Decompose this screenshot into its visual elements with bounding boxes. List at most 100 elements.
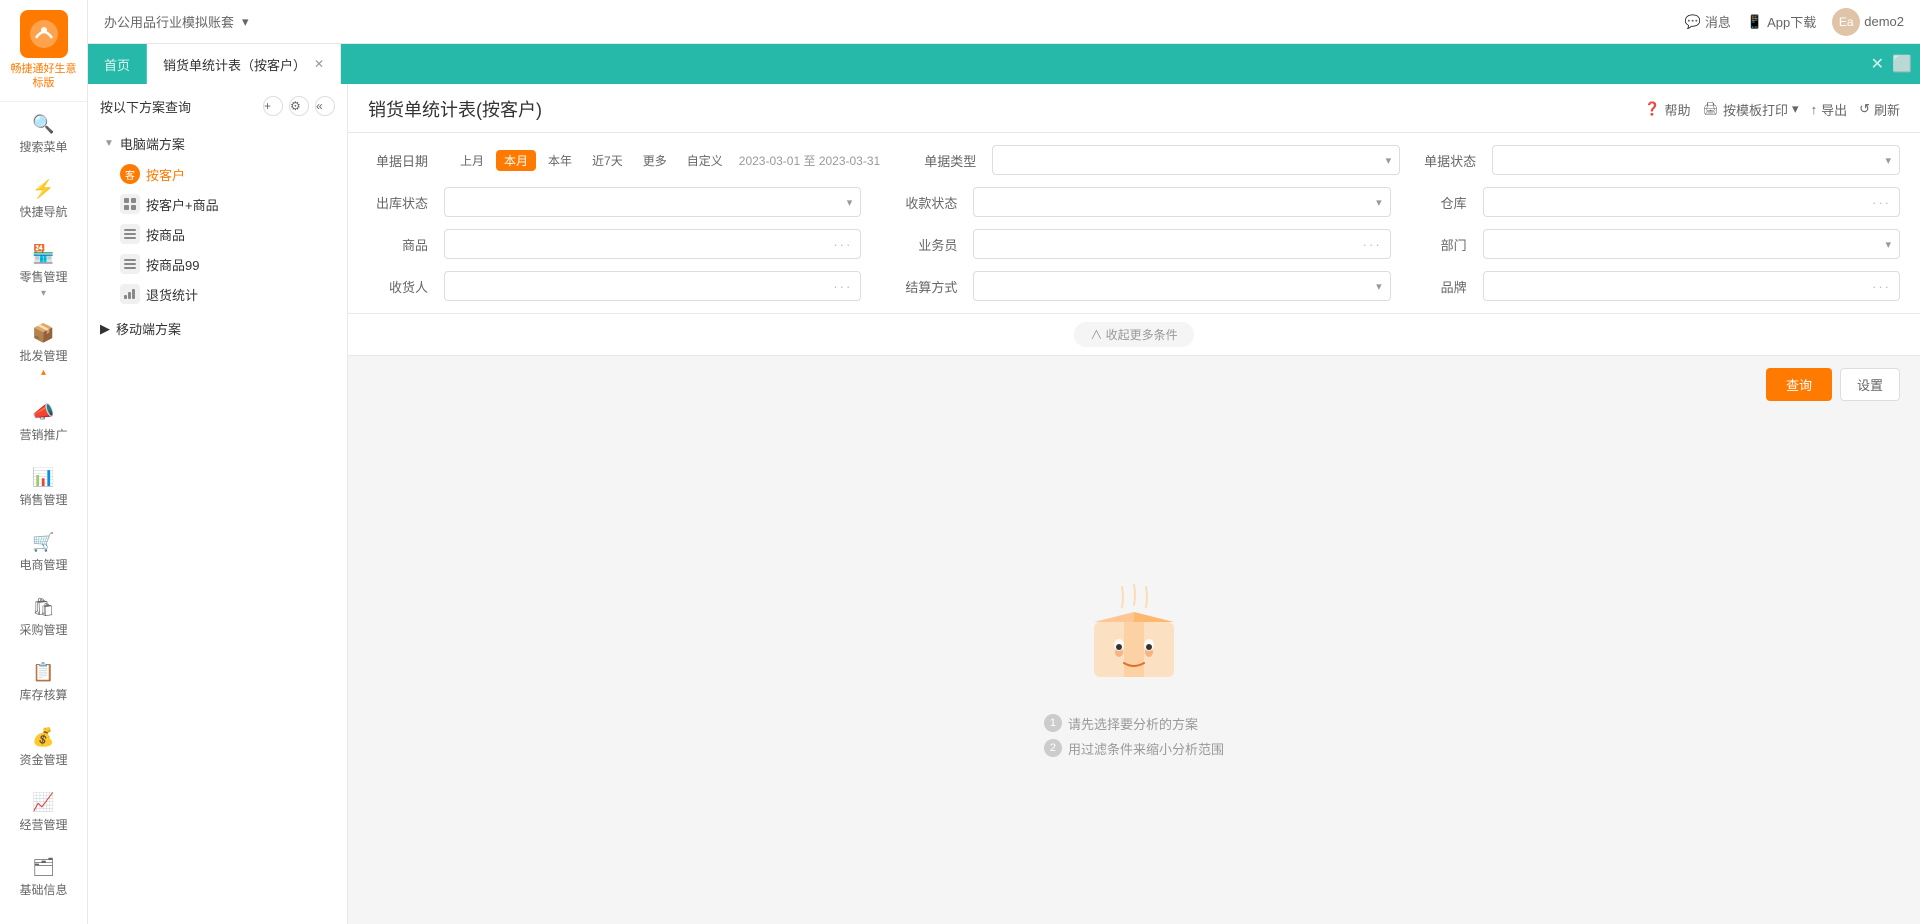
warehouse-select[interactable]: ··· bbox=[1483, 187, 1900, 217]
export-btn[interactable]: ↑ 导出 bbox=[1811, 100, 1848, 119]
template-print-btn[interactable]: 🖨 按模板打印 ▾ bbox=[1703, 100, 1799, 119]
date-tabs: 上月 本月 本年 近7天 更多 自定义 bbox=[452, 150, 731, 171]
goods-select[interactable]: ··· bbox=[444, 229, 861, 259]
user-info[interactable]: Ea demo2 bbox=[1832, 8, 1904, 36]
dept-arrow: ▾ bbox=[1885, 238, 1891, 251]
message-btn[interactable]: 💬 消息 bbox=[1685, 12, 1731, 31]
tab-custom[interactable]: 自定义 bbox=[679, 150, 731, 171]
goods99-icon bbox=[120, 254, 140, 274]
receiver-select[interactable]: ··· bbox=[444, 271, 861, 301]
tab-maximize-area: ✕ ⬜ bbox=[1871, 54, 1912, 74]
department-select[interactable]: ▾ bbox=[1483, 229, 1900, 259]
date-range-text: 2023-03-01 至 2023-03-31 bbox=[739, 152, 880, 169]
query-btn[interactable]: 查询 bbox=[1766, 368, 1832, 401]
left-panel-header: 按以下方案查询 + ⚙ « bbox=[88, 96, 347, 124]
tab-last-7[interactable]: 近7天 bbox=[584, 150, 631, 171]
tab-home[interactable]: 首页 bbox=[88, 44, 147, 84]
brand-label: 品牌 bbox=[1407, 277, 1467, 296]
settlement-label: 结算方式 bbox=[877, 277, 957, 296]
out-status-select[interactable]: ▾ bbox=[444, 187, 861, 217]
mobile-section-header[interactable]: ▶ 移动端方案 bbox=[88, 313, 347, 344]
doc-type-select[interactable]: ▾ bbox=[992, 145, 1400, 175]
sidebar-search[interactable]: 🔍 搜索菜单 bbox=[0, 102, 87, 167]
sidebar-ecommerce[interactable]: 🛒 电商管理 bbox=[0, 520, 87, 585]
scheme-by-customer[interactable]: 客 按客户 bbox=[88, 159, 347, 189]
sidebar-wholesale[interactable]: 📦 批发管理 ▴ bbox=[0, 311, 87, 390]
tab-bar: 首页 销货单统计表（按客户） ✕ ✕ ⬜ bbox=[88, 44, 1920, 84]
customer-goods-icon bbox=[120, 194, 140, 214]
sidebar: 畅捷通好生意 标版 🔍 搜索菜单 ⚡ 快捷导航 🏪 零售管理 ▾ 📦 批发管理 … bbox=[0, 0, 88, 924]
print-dropdown-icon: ▾ bbox=[1792, 101, 1799, 117]
sidebar-system[interactable]: ⚙ 系统管理 bbox=[0, 910, 87, 924]
marketing-icon: 📣 bbox=[32, 402, 54, 423]
tab-close-btn[interactable]: ✕ bbox=[314, 57, 324, 71]
settlement-select[interactable]: ▾ bbox=[973, 271, 1390, 301]
help-btn[interactable]: ❓ 帮助 bbox=[1644, 100, 1690, 119]
filter-area: 单据日期 上月 本月 本年 近7天 更多 自定义 2023-03-01 至 20… bbox=[348, 133, 1920, 314]
customer-scheme-icon: 客 bbox=[120, 164, 140, 184]
brand-select[interactable]: ··· bbox=[1483, 271, 1900, 301]
scheme-by-goods-99[interactable]: 按商品99 bbox=[88, 249, 347, 279]
retail-icon: 🏪 bbox=[32, 244, 54, 265]
scheme-by-goods[interactable]: 按商品 bbox=[88, 219, 347, 249]
out-status-label: 出库状态 bbox=[368, 193, 428, 212]
warehouse-label: 仓库 bbox=[1407, 193, 1467, 212]
logo-area: 畅捷通好生意 标版 bbox=[0, 0, 87, 102]
sidebar-retail[interactable]: 🏪 零售管理 ▾ bbox=[0, 232, 87, 311]
desktop-section-header[interactable]: ▼ 电脑端方案 bbox=[88, 128, 347, 159]
sidebar-quick-nav[interactable]: ⚡ 快捷导航 bbox=[0, 167, 87, 232]
goods-icon bbox=[120, 224, 140, 244]
nav-icon: ⚡ bbox=[32, 179, 54, 200]
empty-illustration bbox=[1054, 562, 1214, 702]
receiver-dots: ··· bbox=[833, 279, 852, 294]
hint-num-2: 2 bbox=[1044, 739, 1062, 757]
doc-status-select[interactable]: ▾ bbox=[1492, 145, 1900, 175]
recv-status-label: 收款状态 bbox=[877, 193, 957, 212]
breadcrumb-dropdown[interactable]: ▾ bbox=[242, 14, 249, 30]
empty-hints: 1 请先选择要分析的方案 2 用过滤条件来缩小分析范围 bbox=[1044, 714, 1224, 764]
tab-this-month[interactable]: 本月 bbox=[496, 150, 536, 171]
export-icon: ↑ bbox=[1811, 102, 1818, 117]
close-window-icon[interactable]: ✕ bbox=[1871, 54, 1884, 74]
settings-scheme-btn[interactable]: ⚙ bbox=[289, 96, 309, 116]
brand-dots: ··· bbox=[1872, 279, 1891, 294]
department-label: 部门 bbox=[1407, 235, 1467, 254]
doc-status-label: 单据状态 bbox=[1416, 151, 1476, 170]
help-icon: ❓ bbox=[1644, 101, 1660, 117]
title-row: 销货单统计表(按客户) ❓ 帮助 🖨 按模板打印 ▾ ↑ bbox=[368, 96, 1900, 122]
scheme-return-stat[interactable]: 退货统计 bbox=[88, 279, 347, 309]
maximize-icon[interactable]: ⬜ bbox=[1892, 54, 1912, 74]
collapse-panel-btn[interactable]: « bbox=[315, 96, 335, 116]
setting-btn[interactable]: 设置 bbox=[1840, 368, 1900, 401]
sidebar-finance[interactable]: 💰 资金管理 bbox=[0, 715, 87, 780]
salesperson-label: 业务员 bbox=[877, 235, 957, 254]
app-download-btn[interactable]: 📱 App下载 bbox=[1747, 12, 1816, 31]
sales-icon: 📊 bbox=[32, 467, 54, 488]
tab-sales-stat[interactable]: 销货单统计表（按客户） ✕ bbox=[147, 44, 341, 84]
recv-status-select[interactable]: ▾ bbox=[973, 187, 1390, 217]
goods-dots: ··· bbox=[833, 237, 852, 252]
add-scheme-btn[interactable]: + bbox=[263, 96, 283, 116]
empty-state: 1 请先选择要分析的方案 2 用过滤条件来缩小分析范围 bbox=[348, 401, 1920, 924]
sidebar-sales[interactable]: 📊 销售管理 bbox=[0, 455, 87, 520]
salesperson-select[interactable]: ··· bbox=[973, 229, 1390, 259]
page-title-bar: 销货单统计表(按客户) ❓ 帮助 🖨 按模板打印 ▾ ↑ bbox=[348, 84, 1920, 133]
tab-last-month[interactable]: 上月 bbox=[452, 150, 492, 171]
breadcrumb: 办公用品行业模拟账套 ▾ bbox=[104, 12, 249, 31]
search-icon: 🔍 bbox=[32, 114, 54, 135]
tab-more[interactable]: 更多 bbox=[635, 150, 675, 171]
collapse-bar[interactable]: ∧ 收起更多条件 bbox=[348, 314, 1920, 356]
header-actions: 💬 消息 📱 App下载 Ea demo2 bbox=[1685, 8, 1904, 36]
refresh-btn[interactable]: ↺ 刷新 bbox=[1859, 100, 1900, 119]
wholesale-icon: 📦 bbox=[32, 323, 54, 344]
sidebar-inventory[interactable]: 📋 库存核算 bbox=[0, 650, 87, 715]
sidebar-operations[interactable]: 📈 经营管理 bbox=[0, 780, 87, 845]
top-header: 办公用品行业模拟账套 ▾ 💬 消息 📱 App下载 Ea demo2 bbox=[88, 0, 1920, 44]
sidebar-purchase[interactable]: 🛍 采购管理 bbox=[0, 585, 87, 650]
out-status-arrow: ▾ bbox=[847, 196, 853, 209]
tab-this-year[interactable]: 本年 bbox=[540, 150, 580, 171]
sidebar-marketing[interactable]: 📣 营销推广 bbox=[0, 390, 87, 455]
sidebar-basic-info[interactable]: 🗂 基础信息 bbox=[0, 845, 87, 910]
scheme-by-customer-goods[interactable]: 按客户+商品 bbox=[88, 189, 347, 219]
doc-status-arrow: ▾ bbox=[1885, 154, 1891, 167]
